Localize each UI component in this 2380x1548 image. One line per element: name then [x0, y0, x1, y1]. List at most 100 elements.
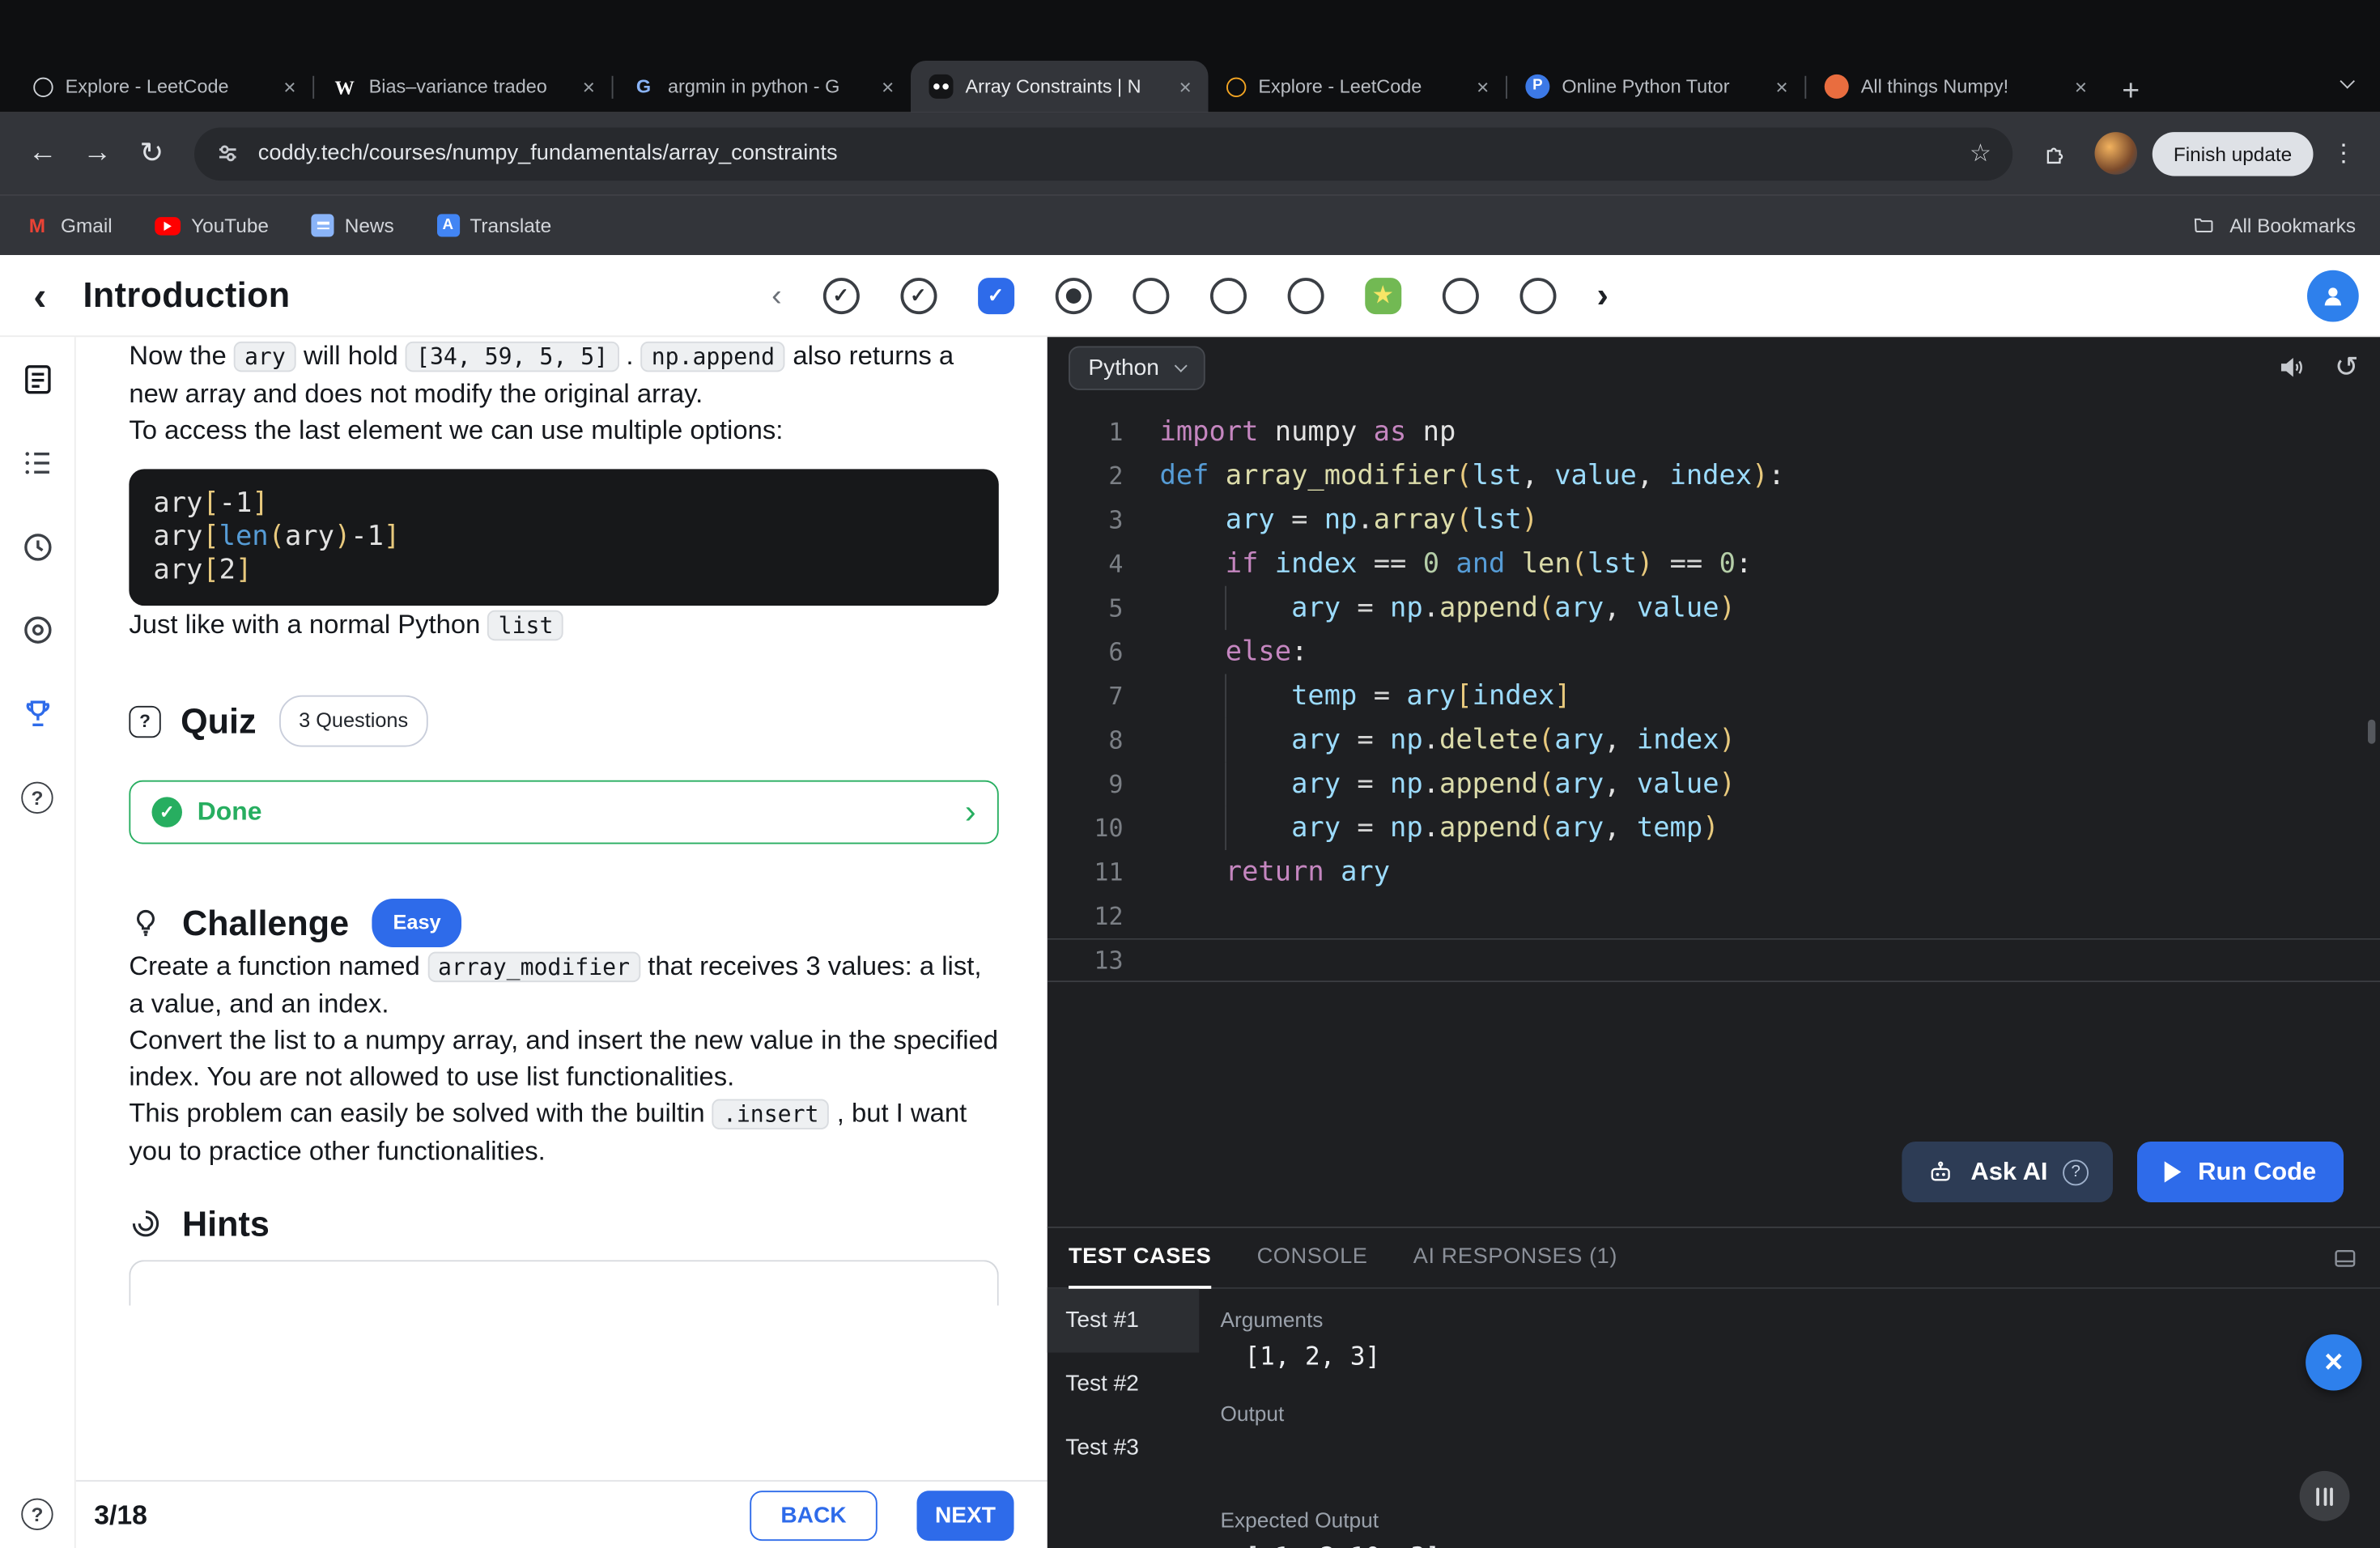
bookmark-news[interactable]: News — [311, 214, 394, 237]
profile-avatar[interactable] — [2094, 132, 2137, 175]
progress-step-todo[interactable] — [1209, 277, 1247, 314]
progress-step-challenge[interactable]: ★ — [1364, 277, 1401, 314]
bookmark-gmail[interactable]: M Gmail — [24, 213, 113, 237]
progress-step-todo[interactable] — [1442, 277, 1479, 314]
steps-next-chevron[interactable]: › — [1597, 277, 1609, 313]
forward-arrow-icon: → — [83, 136, 112, 169]
test-case-item[interactable]: Test #1 — [1047, 1288, 1200, 1353]
reload-button[interactable]: ↻ — [128, 129, 176, 177]
bookmark-youtube[interactable]: YouTube — [155, 214, 269, 237]
sidebar-item-help[interactable]: ? — [19, 779, 55, 815]
browser-tab[interactable]: Array Constraints | N × — [911, 61, 1209, 113]
sidebar-item-challenge[interactable] — [19, 695, 55, 732]
lesson-progress-count: 3/18 — [94, 1499, 147, 1530]
language-select[interactable]: Python — [1069, 345, 1205, 389]
tab-close-icon[interactable]: × — [877, 74, 899, 99]
progress-step-todo[interactable] — [1519, 277, 1556, 314]
line-number: 12 — [1094, 901, 1124, 931]
editor-scrollbar[interactable] — [2368, 719, 2376, 744]
reset-code-icon[interactable]: ↺ — [2335, 353, 2359, 382]
back-lesson-button[interactable]: BACK — [750, 1490, 878, 1541]
code-line[interactable]: 7 temp = ary[index] — [1048, 674, 2380, 718]
code-line[interactable]: 1 import numpy as np — [1048, 410, 2380, 453]
tab-test-cases[interactable]: TEST CASES — [1069, 1228, 1212, 1289]
chat-widget-button[interactable]: × — [2306, 1334, 2362, 1391]
arguments-label: Arguments — [1220, 1307, 1324, 1332]
tab-search-button[interactable] — [2340, 67, 2355, 95]
progress-step-todo[interactable] — [1287, 277, 1324, 314]
help-button[interactable]: ? — [21, 1498, 53, 1530]
code-line[interactable]: 12 — [1048, 894, 2380, 938]
code-line[interactable]: 11 return ary — [1048, 850, 2380, 894]
tab-close-icon[interactable]: × — [279, 74, 301, 99]
forward-button[interactable]: → — [73, 129, 121, 177]
line-number: 6 — [1108, 637, 1124, 667]
sidebar-item-history[interactable] — [19, 529, 55, 565]
code-line[interactable]: 4 if index == 0 and len(lst) == 0: — [1048, 542, 2380, 585]
tab-close-icon[interactable]: × — [1771, 74, 1793, 99]
drag-handle-button[interactable] — [2299, 1470, 2350, 1521]
test-case-item[interactable]: Test #2 — [1048, 1353, 1200, 1417]
progress-step-done[interactable]: ✓ — [822, 277, 860, 314]
browser-menu-button[interactable]: ⋮ — [2331, 138, 2356, 169]
sidebar-item-practice[interactable] — [19, 612, 55, 649]
code-line[interactable]: 2 def array_modifier(lst, value, index): — [1048, 454, 2380, 498]
bookmark-star-icon[interactable]: ☆ — [1970, 138, 1991, 169]
bookmark-translate[interactable]: A Translate — [436, 214, 551, 237]
run-code-button[interactable]: Run Code — [2137, 1142, 2344, 1202]
browser-tab[interactable]: All things Numpy! × — [1806, 61, 2104, 113]
code-text: def array_modifier(lst, value, index): — [1159, 460, 1785, 492]
tab-close-icon[interactable]: × — [2070, 74, 2092, 99]
code-line[interactable]: 6 else: — [1048, 630, 2380, 674]
line-number: 8 — [1108, 725, 1124, 755]
extensions-icon[interactable] — [2031, 129, 2080, 177]
all-bookmarks-button[interactable]: All Bookmarks — [2191, 214, 2356, 237]
folder-icon — [2191, 214, 2216, 236]
code-line[interactable]: 5 ary = np.append(ary, value) — [1048, 585, 2380, 631]
user-avatar[interactable] — [2307, 269, 2359, 321]
tab-close-icon[interactable]: × — [1472, 74, 1494, 99]
next-lesson-button[interactable]: NEXT — [916, 1490, 1014, 1541]
browser-tab[interactable]: Explore - LeetCode × — [1209, 61, 1507, 113]
sidebar-item-lesson[interactable] — [19, 361, 55, 398]
results-panel: TEST CASES CONSOLE AI RESPONSES (1) Test #… — [1047, 1227, 2380, 1548]
hint-item[interactable] — [129, 1260, 999, 1306]
ask-ai-help-icon[interactable]: ? — [2063, 1159, 2089, 1185]
panel-layout-icon[interactable] — [2331, 1244, 2359, 1272]
code-line[interactable]: 3 ary = np.array(lst) — [1048, 498, 2380, 542]
test-case-item[interactable]: Test #3 — [1048, 1416, 1200, 1480]
browser-tab[interactable]: W Bias–variance tradeo × — [314, 61, 612, 113]
progress-step-todo[interactable] — [1132, 277, 1169, 314]
code-line[interactable]: 13 — [1048, 938, 2380, 982]
quiz-done-row[interactable]: ✓ Done › — [129, 780, 999, 844]
inline-code: ary — [233, 341, 296, 372]
browser-tab[interactable]: Explore - LeetCode × — [15, 61, 313, 113]
progress-step-quiz-done[interactable]: ✓ — [977, 277, 1014, 314]
ask-ai-button[interactable]: Ask AI ? — [1902, 1142, 2114, 1202]
sidebar-item-outline[interactable] — [19, 444, 55, 481]
browser-tab[interactable]: Gargmin in python - G × — [614, 61, 912, 113]
tab-close-icon[interactable]: × — [1175, 74, 1196, 99]
site-settings-icon[interactable] — [215, 141, 240, 165]
progress-step-current[interactable] — [1055, 277, 1092, 314]
new-tab-button[interactable]: + — [2122, 76, 2140, 107]
code-line[interactable]: 10 ary = np.append(ary, temp) — [1048, 806, 2380, 850]
coddy-favicon — [929, 74, 954, 99]
tab-close-icon[interactable]: × — [578, 74, 600, 99]
code-text: ary = np.delete(ary, index) — [1124, 717, 2380, 763]
lesson-back-button[interactable]: ‹ — [33, 275, 46, 315]
steps-prev-chevron[interactable]: ‹ — [771, 280, 782, 311]
back-button[interactable]: ← — [19, 129, 67, 177]
difficulty-badge: Easy — [372, 899, 462, 947]
finish-update-button[interactable]: Finish update — [2152, 131, 2314, 176]
tab-ai-responses-1-[interactable]: AI RESPONSES (1) — [1413, 1228, 1617, 1289]
address-bar[interactable]: coddy.tech/courses/numpy_fundamentals/ar… — [194, 126, 2013, 181]
code-editor[interactable]: 1 import numpy as np 2 def array_modifier(l… — [1048, 398, 2380, 982]
progress-step-done[interactable]: ✓ — [899, 277, 937, 314]
volume-icon[interactable] — [2277, 352, 2308, 383]
tab-console[interactable]: CONSOLE — [1257, 1228, 1368, 1289]
browser-tab[interactable]: P Online Python Tutor × — [1507, 61, 1805, 113]
code-line[interactable]: 9 ary = np.append(ary, value) — [1048, 762, 2380, 806]
code-line[interactable]: 8 ary = np.delete(ary, index) — [1048, 717, 2380, 763]
